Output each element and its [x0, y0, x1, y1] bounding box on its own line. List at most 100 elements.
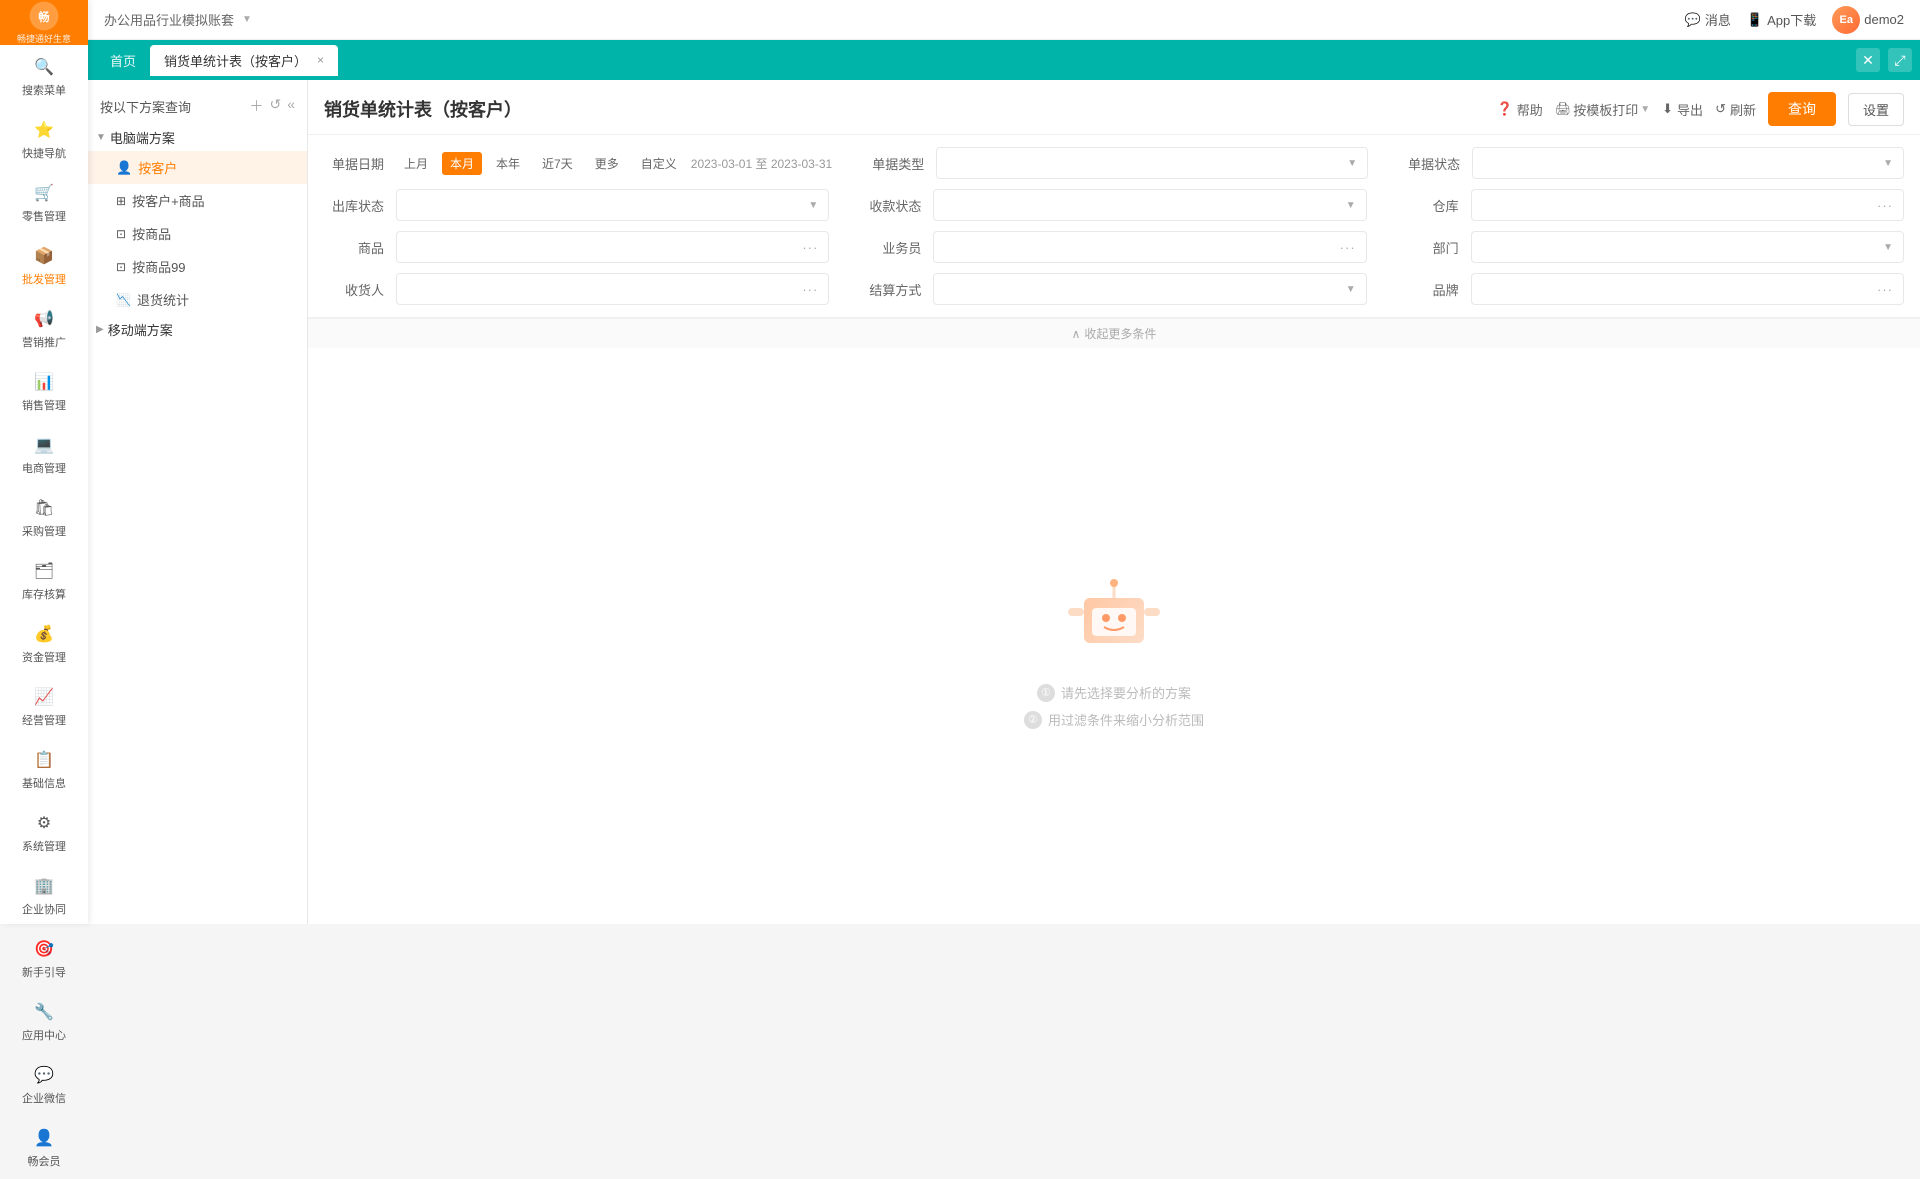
hint-text-1: 请先选择要分析的方案 — [1061, 683, 1191, 702]
sidebar-item-system[interactable]: ⚙ 系统管理 — [0, 801, 88, 864]
sidebar-label-operation: 经营管理 — [22, 712, 66, 728]
sidebar-label-finance: 资金管理 — [22, 649, 66, 665]
out-status-label: 出库状态 — [324, 196, 384, 215]
sidebar-item-purchase[interactable]: 🛍 采购管理 — [0, 486, 88, 549]
wechat-icon: 💬 — [32, 1063, 56, 1087]
sidebar-item-quick-nav[interactable]: ⭐ 快捷导航 — [0, 108, 88, 171]
collapse-scheme-icon[interactable]: « — [287, 96, 295, 116]
dept-control[interactable]: ▼ — [1471, 231, 1904, 263]
empty-hint-1: ① 请先选择要分析的方案 — [1037, 683, 1191, 702]
brand-control[interactable]: ··· — [1471, 273, 1904, 305]
export-button[interactable]: ⬇ 导出 — [1662, 100, 1703, 119]
window-close-button[interactable]: ✕ — [1856, 48, 1880, 72]
brand-label: 品牌 — [1399, 280, 1459, 299]
date-btn-7days[interactable]: 近7天 — [534, 152, 581, 175]
app-download-nav-item[interactable]: 📱 App下载 — [1747, 10, 1816, 29]
sidebar-item-appcenter[interactable]: 🔧 应用中心 — [0, 990, 88, 1053]
refresh-label: 刷新 — [1730, 100, 1756, 119]
sidebar-item-ecommerce[interactable]: 💻 电商管理 — [0, 423, 88, 486]
doc-type-label: 单据类型 — [864, 154, 924, 173]
settings-button[interactable]: 设置 — [1848, 93, 1904, 126]
doc-status-control[interactable]: ▼ — [1472, 147, 1904, 179]
operation-icon: 📈 — [32, 685, 56, 709]
top-nav: 办公用品行业模拟账套 ▼ 💬 消息 📱 App下载 Ea demo2 — [88, 0, 1920, 40]
date-btn-last-month[interactable]: 上月 — [396, 152, 436, 175]
sidebar-item-wholesale[interactable]: 📦 批发管理 — [0, 234, 88, 297]
sidebar-item-retail[interactable]: 🛒 零售管理 — [0, 171, 88, 234]
date-btn-this-month[interactable]: 本月 — [442, 152, 482, 175]
warehouse-control[interactable]: ··· — [1471, 189, 1904, 221]
print-button[interactable]: 🖨 按模板打印 ▼ — [1555, 100, 1650, 119]
date-range-display: 2023-03-01 至 2023-03-31 — [691, 155, 832, 172]
basic-icon: 📋 — [32, 748, 56, 772]
scheme-item-return-stats[interactable]: 📉 退货统计 — [88, 283, 307, 316]
sidebar-item-inventory[interactable]: 🗂 库存核算 — [0, 549, 88, 612]
help-button[interactable]: ❓ 帮助 — [1497, 100, 1543, 119]
query-button[interactable]: 查询 — [1768, 92, 1836, 126]
export-label: 导出 — [1677, 100, 1703, 119]
mobile-scheme-group[interactable]: ▶ 移动端方案 — [88, 316, 307, 343]
collapse-filters-button[interactable]: ∧ 收起更多条件 — [308, 318, 1920, 348]
scheme-item-by-goods-99[interactable]: ⊡ 按商品99 — [88, 250, 307, 283]
scheme-item-by-customer[interactable]: 👤 按客户 — [88, 151, 307, 184]
refresh-scheme-icon[interactable]: ↺ — [269, 96, 281, 116]
sidebar-item-marketing[interactable]: 📢 营销推广 — [0, 297, 88, 360]
hint-num-2: ② — [1024, 711, 1042, 729]
doc-type-control[interactable]: ▼ — [936, 147, 1368, 179]
tab-active[interactable]: 销货单统计表（按客户） × — [150, 45, 338, 76]
sidebar-item-search-menu[interactable]: 🔍 搜索菜单 — [0, 45, 88, 108]
goods-label: 商品 — [324, 238, 384, 257]
receiver-control[interactable]: ··· — [396, 273, 829, 305]
add-scheme-icon[interactable]: ＋ — [249, 96, 263, 116]
scheme-item-by-goods[interactable]: ⊡ 按商品 — [88, 217, 307, 250]
sidebar-item-operation[interactable]: 📈 经营管理 — [0, 675, 88, 738]
salesman-control[interactable]: ··· — [933, 231, 1366, 263]
sidebar-item-enterprise[interactable]: 🏢 企业协同 — [0, 864, 88, 927]
ecommerce-icon: 💻 — [32, 433, 56, 457]
desktop-scheme-group[interactable]: ▼ 电脑端方案 — [88, 124, 307, 151]
pay-status-control[interactable]: ▼ — [933, 189, 1366, 221]
hint-num-1: ① — [1037, 684, 1055, 702]
tab-active-label: 销货单统计表（按客户） — [164, 51, 307, 70]
date-label: 单据日期 — [324, 154, 384, 173]
sidebar-item-finance[interactable]: 💰 资金管理 — [0, 612, 88, 675]
sidebar-item-sales[interactable]: 📊 销售管理 — [0, 360, 88, 423]
brand-dots-icon: ··· — [1877, 282, 1893, 297]
avatar: Ea — [1832, 6, 1860, 34]
doc-status-label: 单据状态 — [1400, 154, 1460, 173]
out-status-control[interactable]: ▼ — [396, 189, 829, 221]
sidebar-item-member[interactable]: 👤 畅会员 — [0, 1116, 88, 1179]
username-label: demo2 — [1864, 12, 1904, 27]
right-panel: 销货单统计表（按客户） ❓ 帮助 🖨 按模板打印 ▼ ⬇ 导出 — [308, 80, 1920, 924]
sidebar-item-wechat[interactable]: 💬 企业微信 — [0, 1053, 88, 1116]
sidebar-label-basic: 基础信息 — [22, 775, 66, 791]
sidebar-label-member: 畅会员 — [28, 1153, 61, 1169]
sidebar-label-system: 系统管理 — [22, 838, 66, 854]
sidebar: 畅 畅捷通好生意 🔍 搜索菜单 ⭐ 快捷导航 🛒 零售管理 📦 批发管理 📢 营… — [0, 0, 88, 924]
settle-control[interactable]: ▼ — [933, 273, 1366, 305]
user-nav-item[interactable]: Ea demo2 — [1832, 6, 1904, 34]
date-btn-this-year[interactable]: 本年 — [488, 152, 528, 175]
settle-label: 结算方式 — [861, 280, 921, 299]
filter-row-2: 出库状态 ▼ 收款状态 ▼ 仓库 ··· — [324, 189, 1904, 221]
sidebar-item-basic[interactable]: 📋 基础信息 — [0, 738, 88, 801]
sidebar-label-appcenter: 应用中心 — [22, 1027, 66, 1043]
scheme-item-by-customer-goods[interactable]: ⊞ 按客户+商品 — [88, 184, 307, 217]
by-goods-99-icon: ⊡ — [116, 260, 126, 274]
window-maximize-button[interactable]: ⤢ — [1888, 48, 1912, 72]
date-btn-custom[interactable]: 自定义 — [633, 152, 685, 175]
app-download-label: App下载 — [1767, 10, 1816, 29]
message-nav-item[interactable]: 💬 消息 — [1685, 10, 1731, 29]
tab-home[interactable]: 首页 — [96, 45, 150, 76]
print-dropdown-icon: ▼ — [1640, 104, 1650, 115]
refresh-button[interactable]: ↺ 刷新 — [1715, 100, 1756, 119]
goods-control[interactable]: ··· — [396, 231, 829, 263]
date-btn-more[interactable]: 更多 — [587, 152, 627, 175]
sidebar-label-newuser: 新手引导 — [22, 964, 66, 980]
filter-row-3: 商品 ··· 业务员 ··· 部门 ▼ — [324, 231, 1904, 263]
scheme-label-by-goods: 按商品 — [132, 224, 171, 243]
tab-close-icon[interactable]: × — [317, 53, 324, 67]
refresh-icon: ↺ — [1715, 101, 1726, 117]
page-header: 销货单统计表（按客户） ❓ 帮助 🖨 按模板打印 ▼ ⬇ 导出 — [308, 80, 1920, 135]
sidebar-item-newuser[interactable]: 🎯 新手引导 — [0, 927, 88, 990]
